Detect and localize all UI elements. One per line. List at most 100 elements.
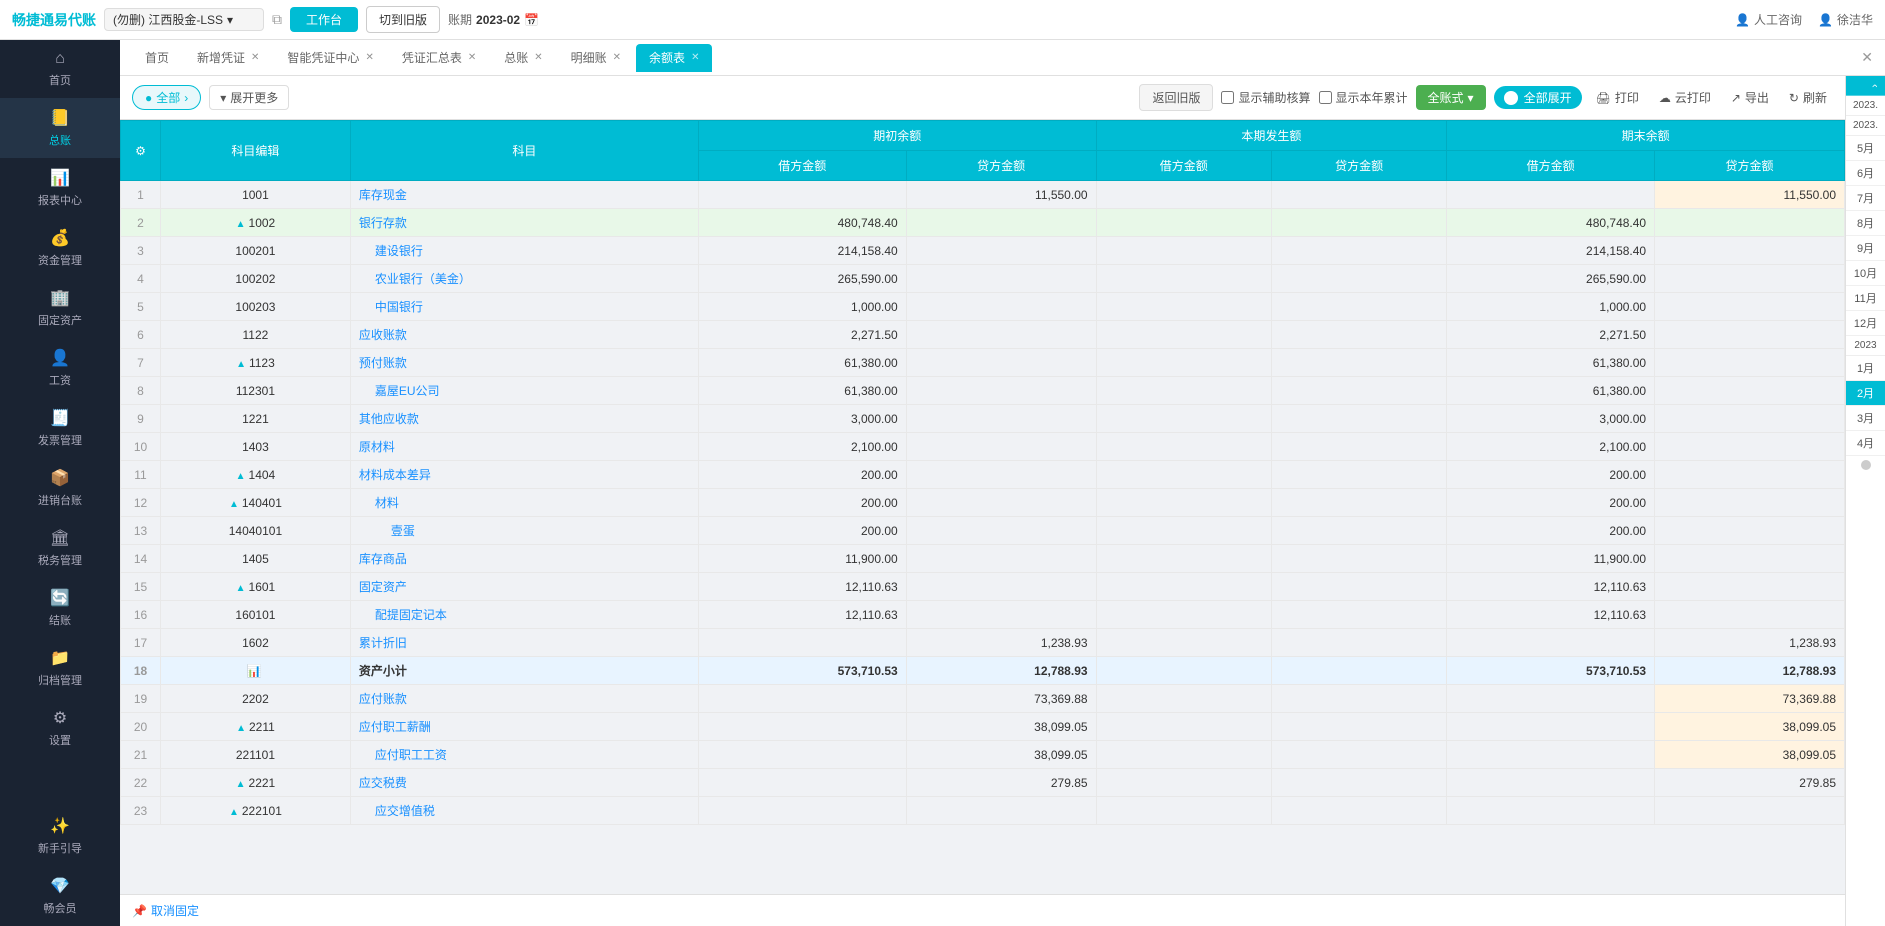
sidebar-item-archive[interactable]: 📁 归档管理 <box>0 638 120 698</box>
expand-arrow-14[interactable]: ▲ <box>236 583 246 594</box>
calendar-icon[interactable]: 📅 <box>524 13 539 27</box>
month-9[interactable]: 9月 <box>1846 236 1885 261</box>
user-profile[interactable]: 👤 徐洁华 <box>1818 11 1873 28</box>
sidebar-item-guide[interactable]: ✨ 新手引导 <box>0 806 120 866</box>
current-debit-13 <box>1096 545 1271 573</box>
month-10[interactable]: 10月 <box>1846 261 1885 286</box>
show-ytd-check[interactable]: 显示本年累计 <box>1319 89 1408 106</box>
month-4[interactable]: 4月 <box>1846 431 1885 456</box>
collapse-right-panel[interactable]: › <box>1846 76 1885 96</box>
row-num-20: 21 <box>121 741 161 769</box>
tab-smart-center-close[interactable]: ✕ <box>365 52 373 63</box>
current-credit-9 <box>1271 433 1446 461</box>
tab-home[interactable]: 首页 <box>132 44 182 72</box>
tab-new-voucher-close[interactable]: ✕ <box>251 52 259 63</box>
show-assist-checkbox[interactable] <box>1221 91 1234 104</box>
month-12[interactable]: 12月 <box>1846 311 1885 336</box>
expand-arrow-11[interactable]: ▲ <box>229 499 239 510</box>
sidebar-item-general-ledger[interactable]: 📒 总账 <box>0 98 120 158</box>
row-num-21: 22 <box>121 769 161 797</box>
return-old-button[interactable]: 返回旧版 <box>1139 84 1213 111</box>
current-credit-2 <box>1271 237 1446 265</box>
tab-balance-sheet-close[interactable]: ✕ <box>691 52 699 63</box>
table-area: ● 全部 › ▾ 展开更多 返回旧版 显示辅助核算 <box>120 76 1845 926</box>
toolbar: ● 全部 › ▾ 展开更多 返回旧版 显示辅助核算 <box>120 76 1845 120</box>
month-8[interactable]: 8月 <box>1846 211 1885 236</box>
expand-arrow-1[interactable]: ▲ <box>236 219 246 230</box>
tab-general-ledger-close[interactable]: ✕ <box>534 52 542 63</box>
sidebar-item-purchase[interactable]: 📦 进销台账 <box>0 458 120 518</box>
month-3[interactable]: 3月 <box>1846 406 1885 431</box>
period-end-credit-0: 11,550.00 <box>1655 181 1845 209</box>
user-service[interactable]: 👤 人工咨询 <box>1735 11 1802 28</box>
sidebar-label-payroll: 工资 <box>49 372 71 388</box>
period-begin-debit-13: 11,900.00 <box>698 545 906 573</box>
sidebar-item-fixed-assets[interactable]: 🏢 固定资产 <box>0 278 120 338</box>
tab-general-ledger[interactable]: 总账 ✕ <box>491 44 555 72</box>
refresh-icon: ↻ <box>1789 91 1799 105</box>
expand-all-toggle[interactable]: 全部展开 <box>1494 86 1582 109</box>
sidebar-item-invoice[interactable]: 🧾 发票管理 <box>0 398 120 458</box>
tab-detail-ledger[interactable]: 明细账 ✕ <box>558 44 634 72</box>
tab-voucher-summary[interactable]: 凭证汇总表 ✕ <box>389 44 489 72</box>
sidebar-item-settlement[interactable]: 🔄 结账 <box>0 578 120 638</box>
month-7[interactable]: 7月 <box>1846 186 1885 211</box>
export-button[interactable]: ↗ 导出 <box>1725 85 1775 110</box>
sidebar-item-home[interactable]: ⌂ 首页 <box>0 40 120 98</box>
expand-arrow-10[interactable]: ▲ <box>236 471 246 482</box>
top-bar-right: 👤 人工咨询 👤 徐洁华 <box>1735 11 1873 28</box>
period-begin-credit-21: 279.85 <box>906 769 1096 797</box>
period-begin-debit-18 <box>698 685 906 713</box>
sidebar-item-member[interactable]: 💎 畅会员 <box>0 866 120 926</box>
refresh-button[interactable]: ↻ 刷新 <box>1783 85 1833 110</box>
row-code-4: 100203 <box>161 293 351 321</box>
expand-arrow-21[interactable]: ▲ <box>236 779 246 790</box>
cloud-print-button[interactable]: ☁ 云打印 <box>1653 85 1717 110</box>
show-assist-check[interactable]: 显示辅助核算 <box>1221 89 1310 106</box>
show-ytd-checkbox[interactable] <box>1319 91 1332 104</box>
period-begin-debit-16 <box>698 629 906 657</box>
month-6[interactable]: 6月 <box>1846 161 1885 186</box>
copy-icon[interactable]: ⧉ <box>272 11 282 28</box>
expand-more-button[interactable]: ▾ 展开更多 <box>209 85 289 110</box>
tab-voucher-summary-close[interactable]: ✕ <box>468 52 476 63</box>
close-all-tabs[interactable]: ✕ <box>1861 49 1873 66</box>
sidebar-label-archive: 归档管理 <box>38 672 82 688</box>
sidebar-item-tax[interactable]: 🏛 税务管理 <box>0 518 120 578</box>
tab-new-voucher[interactable]: 新增凭证 ✕ <box>184 44 272 72</box>
sidebar-label-purchase: 进销台账 <box>38 492 82 508</box>
sidebar-item-payroll[interactable]: 👤 工资 <box>0 338 120 398</box>
period-begin-debit-19 <box>698 713 906 741</box>
period-begin-credit-8 <box>906 405 1096 433</box>
period-end-debit-12: 200.00 <box>1447 517 1655 545</box>
settings-col-header[interactable]: ⚙ <box>121 121 161 181</box>
full-form-label: 全账式 <box>1428 89 1464 106</box>
sidebar-item-fund[interactable]: 💰 资金管理 <box>0 218 120 278</box>
expand-arrow-6[interactable]: ▲ <box>236 359 246 370</box>
filter-all-button[interactable]: ● 全部 › <box>132 85 201 110</box>
full-form-button[interactable]: 全账式 ▾ <box>1416 85 1486 110</box>
period-begin-credit-3 <box>906 265 1096 293</box>
month-2[interactable]: 2月 <box>1846 381 1885 406</box>
tab-balance-sheet[interactable]: 余额表 ✕ <box>636 44 712 72</box>
workbench-button[interactable]: 工作台 <box>290 7 358 32</box>
sidebar-item-report[interactable]: 📊 报表中心 <box>0 158 120 218</box>
period-end-credit-10 <box>1655 461 1845 489</box>
month-5[interactable]: 5月 <box>1846 136 1885 161</box>
expand-arrow-19[interactable]: ▲ <box>236 723 246 734</box>
current-debit-0 <box>1096 181 1271 209</box>
switch-old-button[interactable]: 切到旧版 <box>366 6 440 33</box>
month-1[interactable]: 1月 <box>1846 356 1885 381</box>
row-name-4: 中国银行 <box>350 293 698 321</box>
current-debit-4 <box>1096 293 1271 321</box>
tab-detail-ledger-close[interactable]: ✕ <box>613 52 621 63</box>
export-icon: ↗ <box>1731 91 1741 105</box>
panel-dot[interactable] <box>1861 460 1871 470</box>
unfix-button[interactable]: 📌 取消固定 <box>132 902 199 919</box>
tab-smart-center[interactable]: 智能凭证中心 ✕ <box>274 44 386 72</box>
company-selector[interactable]: (勿删) 江西股金-LSS ▾ <box>104 8 264 31</box>
expand-arrow-22[interactable]: ▲ <box>229 807 239 818</box>
month-11[interactable]: 11月 <box>1846 286 1885 311</box>
sidebar-item-settings[interactable]: ⚙ 设置 <box>0 698 120 758</box>
print-button[interactable]: 🖨 打印 <box>1590 85 1645 110</box>
